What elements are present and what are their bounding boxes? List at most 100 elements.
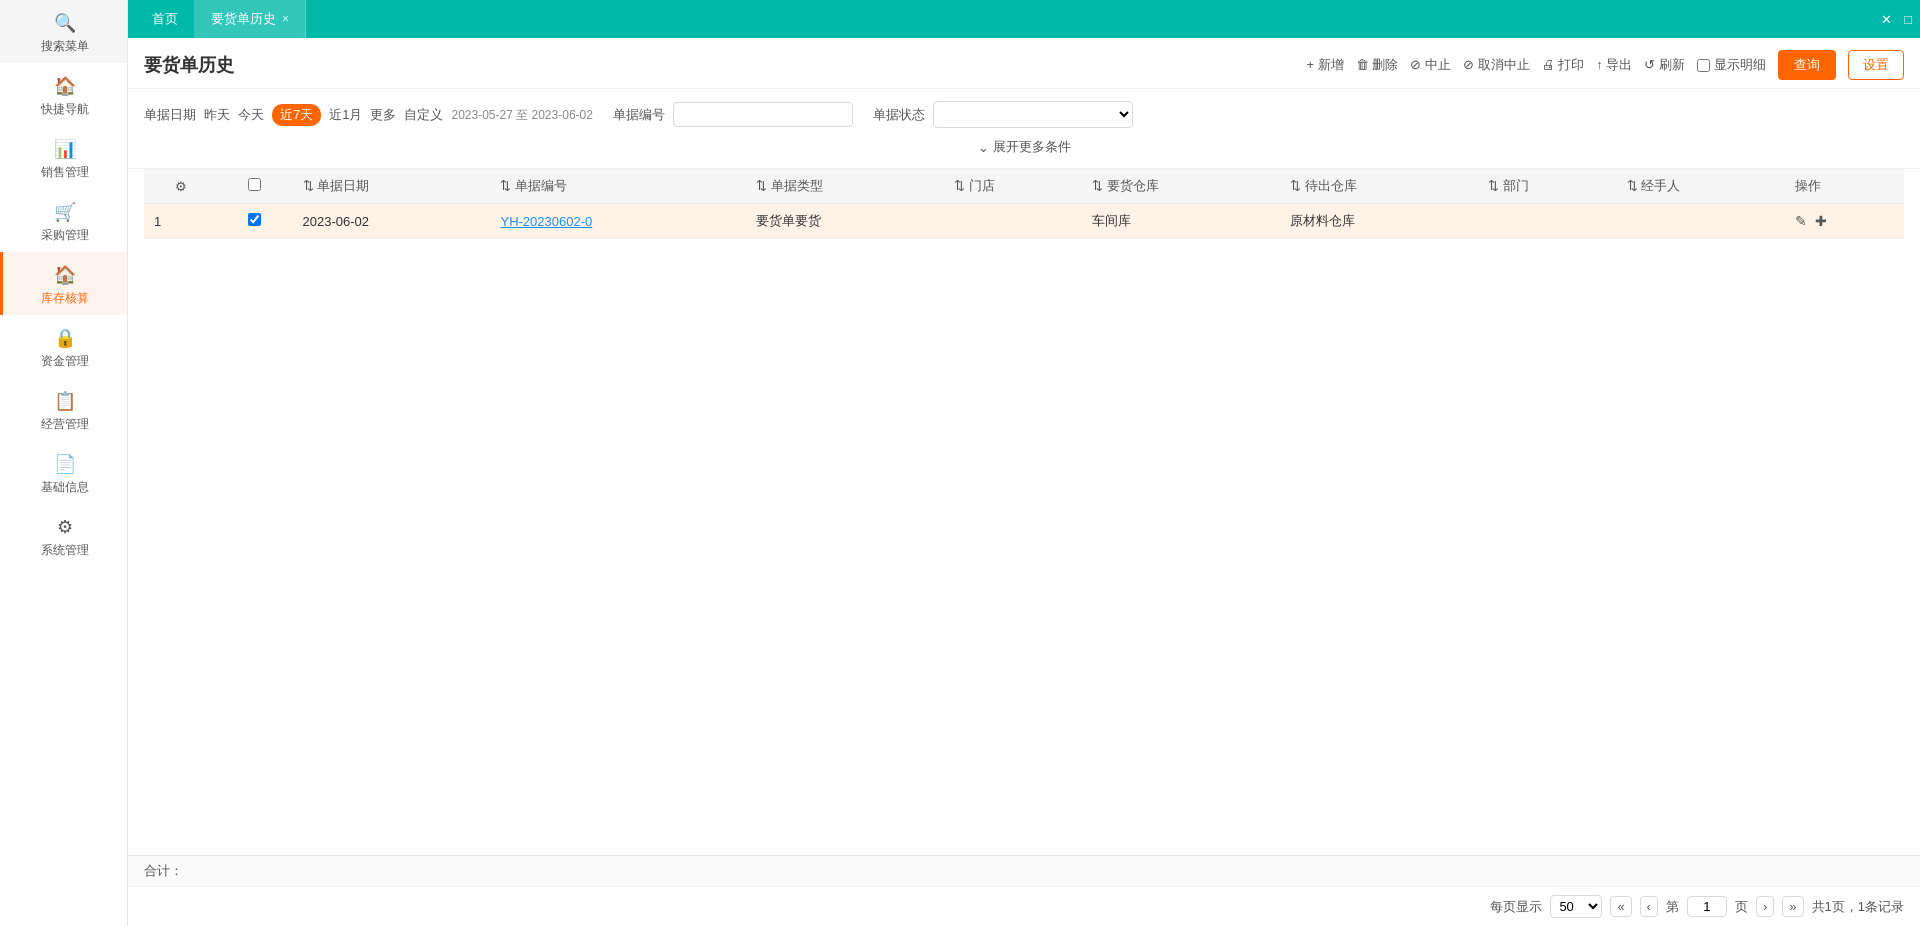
table-area: ⚙ ⇅ 单据日期 ⇅ 单据编号 ⇅ 单据类型 ⇅ 门店 ⇅ 要货仓库 ⇅ 待出仓… (128, 169, 1920, 855)
expand-more-icon: ⌄ (978, 140, 989, 155)
cell-department (1478, 204, 1617, 239)
sidebar-item-sales[interactable]: 📊 销售管理 (0, 126, 127, 189)
stop-button[interactable]: ⊘ 中止 (1410, 56, 1451, 74)
sidebar-item-search-menu[interactable]: 🔍搜索菜单 (0, 0, 127, 63)
tab-bar: 首页要货单历史 × ✕ □ (128, 0, 1920, 38)
page-number-input[interactable] (1687, 896, 1727, 917)
main-area: 首页要货单历史 × ✕ □ 要货单历史 + 新增 🗑 删除 ⊘ 中止 ⊘ 取消中… (128, 0, 1920, 926)
sidebar-item-label: 系统管理 (41, 542, 89, 559)
toolbar: + 新增 🗑 删除 ⊘ 中止 ⊘ 取消中止 🖨 打印 ↑ 导出 ↺ 刷新 显示明… (1307, 50, 1904, 80)
sidebar-item-quick-nav[interactable]: 🏠 快捷导航 (0, 63, 127, 126)
page-title: 要货单历史 (144, 53, 1307, 77)
tab-home[interactable]: 首页 (136, 0, 195, 38)
col-store[interactable]: ⇅ 门店 (944, 169, 1083, 204)
col-handler[interactable]: ⇅ 经手人 (1617, 169, 1785, 204)
sidebar-item-system[interactable]: ⚙ 系统管理 (0, 504, 127, 567)
date-shortcut-more[interactable]: 更多 (370, 106, 396, 124)
window-maximize-btn[interactable]: □ (1904, 12, 1912, 27)
next-page-btn[interactable]: › (1756, 896, 1774, 917)
tab-requisition-history-close[interactable]: × (282, 12, 289, 26)
show-detail-label: 显示明细 (1714, 56, 1766, 74)
date-filter-group: 单据日期 昨天今天近7天近1月更多自定义 2023-05-27 至 2023-0… (144, 104, 593, 126)
sidebar-item-label: 快捷导航 (41, 101, 89, 118)
tab-requisition-history[interactable]: 要货单历史 × (195, 0, 306, 38)
date-shortcut-yesterday[interactable]: 昨天 (204, 106, 230, 124)
col-doc-date[interactable]: ⇅ 单据日期 (293, 169, 491, 204)
col-settings[interactable]: ⚙ (144, 169, 217, 204)
cell-doc-date: 2023-06-02 (293, 204, 491, 239)
doc-number-input[interactable] (673, 102, 853, 127)
cell-req-warehouse: 车间库 (1082, 204, 1280, 239)
doc-status-filter-group: 单据状态 (873, 101, 1133, 128)
col-doc-type[interactable]: ⇅ 单据类型 (746, 169, 944, 204)
row-edit-btn[interactable]: ✎ (1795, 213, 1807, 229)
col-req-warehouse[interactable]: ⇅ 要货仓库 (1082, 169, 1280, 204)
purchase-icon: 🛒 (54, 201, 76, 223)
content-area: 要货单历史 + 新增 🗑 删除 ⊘ 中止 ⊘ 取消中止 🖨 打印 ↑ 导出 ↺ … (128, 38, 1920, 926)
doc-number-filter-group: 单据编号 (613, 102, 853, 127)
col-department[interactable]: ⇅ 部门 (1478, 169, 1617, 204)
cell-handler (1617, 204, 1785, 239)
table-head: ⚙ ⇅ 单据日期 ⇅ 单据编号 ⇅ 单据类型 ⇅ 门店 ⇅ 要货仓库 ⇅ 待出仓… (144, 169, 1904, 204)
total-info: 共1页，1条记录 (1812, 898, 1904, 916)
query-button[interactable]: 查询 (1778, 50, 1836, 80)
sidebar-item-label: 基础信息 (41, 479, 89, 496)
delete-button[interactable]: 🗑 删除 (1356, 56, 1399, 74)
date-shortcuts: 昨天今天近7天近1月更多自定义 (204, 104, 443, 126)
show-detail-checkbox[interactable] (1697, 59, 1710, 72)
settings-button[interactable]: 设置 (1848, 50, 1904, 80)
export-button[interactable]: ↑ 导出 (1596, 56, 1632, 74)
finance-icon: 🔒 (54, 327, 76, 349)
row-delete-btn[interactable]: ✚ (1815, 213, 1827, 229)
cell-checkbox[interactable] (217, 204, 292, 239)
data-table: ⚙ ⇅ 单据日期 ⇅ 单据编号 ⇅ 单据类型 ⇅ 门店 ⇅ 要货仓库 ⇅ 待出仓… (144, 169, 1904, 239)
doc-number-link[interactable]: YH-20230602-0 (500, 214, 592, 229)
show-detail-toggle[interactable]: 显示明细 (1697, 56, 1766, 74)
date-shortcut-today[interactable]: 今天 (238, 106, 264, 124)
expand-more-label: 展开更多条件 (993, 138, 1071, 156)
row-checkbox[interactable] (248, 213, 261, 226)
operations-icon: 📋 (54, 390, 76, 412)
filter-row-1: 单据日期 昨天今天近7天近1月更多自定义 2023-05-27 至 2023-0… (144, 101, 1904, 128)
sidebar-item-label: 采购管理 (41, 227, 89, 244)
page-header: 要货单历史 + 新增 🗑 删除 ⊘ 中止 ⊘ 取消中止 🖨 打印 ↑ 导出 ↺ … (128, 38, 1920, 89)
window-close-btn[interactable]: ✕ (1881, 12, 1892, 27)
col-pending-warehouse[interactable]: ⇅ 待出仓库 (1280, 169, 1478, 204)
sidebar-item-label: 销售管理 (41, 164, 89, 181)
search-menu-icon: 🔍 (54, 12, 76, 34)
sidebar-item-purchase[interactable]: 🛒 采购管理 (0, 189, 127, 252)
system-icon: ⚙ (57, 516, 73, 538)
doc-status-select[interactable] (933, 101, 1133, 128)
quick-nav-icon: 🏠 (54, 75, 76, 97)
sidebar-item-label: 库存核算 (41, 290, 89, 307)
filter-area: 单据日期 昨天今天近7天近1月更多自定义 2023-05-27 至 2023-0… (128, 89, 1920, 169)
date-shortcut-custom[interactable]: 自定义 (404, 106, 443, 124)
cell-store (944, 204, 1083, 239)
sales-icon: 📊 (54, 138, 76, 160)
date-shortcut-last1month[interactable]: 近1月 (329, 106, 362, 124)
page-size-select[interactable]: 20 50 100 (1550, 895, 1602, 918)
table-body: 1 2023-06-02 YH-20230602-0 要货单要货 车间库 原材料… (144, 204, 1904, 239)
sidebar-item-operations[interactable]: 📋经营管理 (0, 378, 127, 441)
page-prefix: 第 (1666, 898, 1679, 916)
select-all-checkbox[interactable] (248, 178, 261, 191)
new-button[interactable]: + 新增 (1307, 56, 1344, 74)
col-actions: 操作 (1785, 169, 1904, 204)
doc-number-label: 单据编号 (613, 106, 665, 124)
last-page-btn[interactable]: » (1782, 896, 1803, 917)
expand-more-btn[interactable]: ⌄ 展开更多条件 (978, 138, 1071, 156)
sidebar: 🔍搜索菜单 🏠 快捷导航 📊 销售管理 🛒 采购管理 🏠 库存核算 🔒资金管理📋经营管理 📄 基础信息… (0, 0, 128, 926)
first-page-btn[interactable]: « (1610, 896, 1631, 917)
print-button[interactable]: 🖨 打印 (1542, 56, 1585, 74)
date-shortcut-last7days[interactable]: 近7天 (272, 104, 321, 126)
inventory-icon: 🏠 (54, 264, 76, 286)
cancel-stop-button[interactable]: ⊘ 取消中止 (1463, 56, 1530, 74)
basics-icon: 📄 (54, 453, 76, 475)
prev-page-btn[interactable]: ‹ (1640, 896, 1658, 917)
table-row[interactable]: 1 2023-06-02 YH-20230602-0 要货单要货 车间库 原材料… (144, 204, 1904, 239)
sidebar-item-basics[interactable]: 📄 基础信息 (0, 441, 127, 504)
sidebar-item-inventory[interactable]: 🏠 库存核算 (0, 252, 127, 315)
refresh-button[interactable]: ↺ 刷新 (1644, 56, 1685, 74)
col-doc-number[interactable]: ⇅ 单据编号 (490, 169, 745, 204)
sidebar-item-finance[interactable]: 🔒资金管理 (0, 315, 127, 378)
